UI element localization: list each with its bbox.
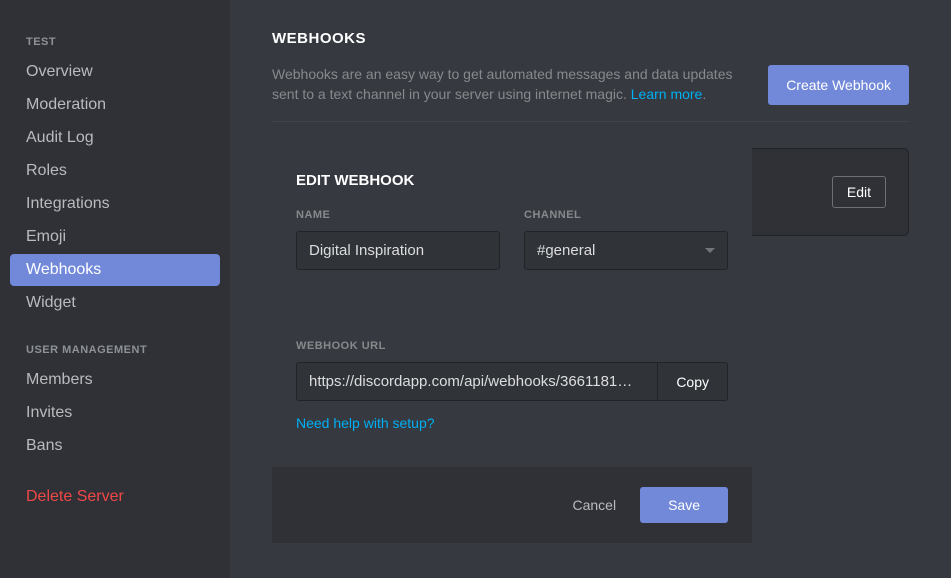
sidebar-item-roles[interactable]: Roles — [10, 155, 220, 187]
page-title: WEBHOOKS — [272, 30, 909, 47]
sidebar-item-moderation[interactable]: Moderation — [10, 89, 220, 121]
sidebar-item-emoji[interactable]: Emoji — [10, 221, 220, 253]
divider — [272, 121, 909, 122]
main-content: WEBHOOKS Webhooks are an easy way to get… — [230, 0, 951, 578]
edit-webhook-button[interactable]: Edit — [832, 176, 886, 208]
sidebar-section-test: TEST — [10, 30, 220, 54]
sidebar-item-integrations[interactable]: Integrations — [10, 188, 220, 220]
sidebar-section-user-management: USER MANAGEMENT — [10, 338, 220, 362]
copy-button[interactable]: Copy — [657, 362, 728, 401]
sidebar-item-widget[interactable]: Widget — [10, 287, 220, 319]
sidebar-item-delete-server[interactable]: Delete Server — [10, 481, 220, 513]
channel-value: #general — [537, 242, 595, 259]
learn-more-link[interactable]: Learn more — [631, 86, 703, 102]
webhook-url-input[interactable] — [296, 362, 657, 401]
save-button[interactable]: Save — [640, 487, 728, 523]
page-description: Webhooks are an easy way to get automate… — [272, 65, 744, 104]
cancel-button[interactable]: Cancel — [572, 497, 616, 513]
webhook-url-label: WEBHOOK URL — [296, 340, 728, 352]
sidebar-item-overview[interactable]: Overview — [10, 56, 220, 88]
modal-footer: Cancel Save — [272, 467, 752, 543]
sidebar-item-members[interactable]: Members — [10, 364, 220, 396]
modal-title: EDIT WEBHOOK — [296, 172, 728, 189]
sidebar: TEST Overview Moderation Audit Log Roles… — [0, 0, 230, 578]
channel-select[interactable]: #general — [524, 231, 728, 270]
sidebar-item-audit-log[interactable]: Audit Log — [10, 122, 220, 154]
sidebar-item-invites[interactable]: Invites — [10, 397, 220, 429]
name-input[interactable] — [296, 231, 500, 270]
create-webhook-button[interactable]: Create Webhook — [768, 65, 909, 105]
help-link[interactable]: Need help with setup? — [296, 415, 435, 431]
edit-webhook-modal: EDIT WEBHOOK NAME CHANNEL #general — [272, 148, 752, 543]
channel-label: CHANNEL — [524, 209, 728, 221]
chevron-down-icon — [705, 248, 715, 253]
sidebar-item-bans[interactable]: Bans — [10, 430, 220, 462]
sidebar-item-webhooks[interactable]: Webhooks — [10, 254, 220, 286]
name-label: NAME — [296, 209, 500, 221]
